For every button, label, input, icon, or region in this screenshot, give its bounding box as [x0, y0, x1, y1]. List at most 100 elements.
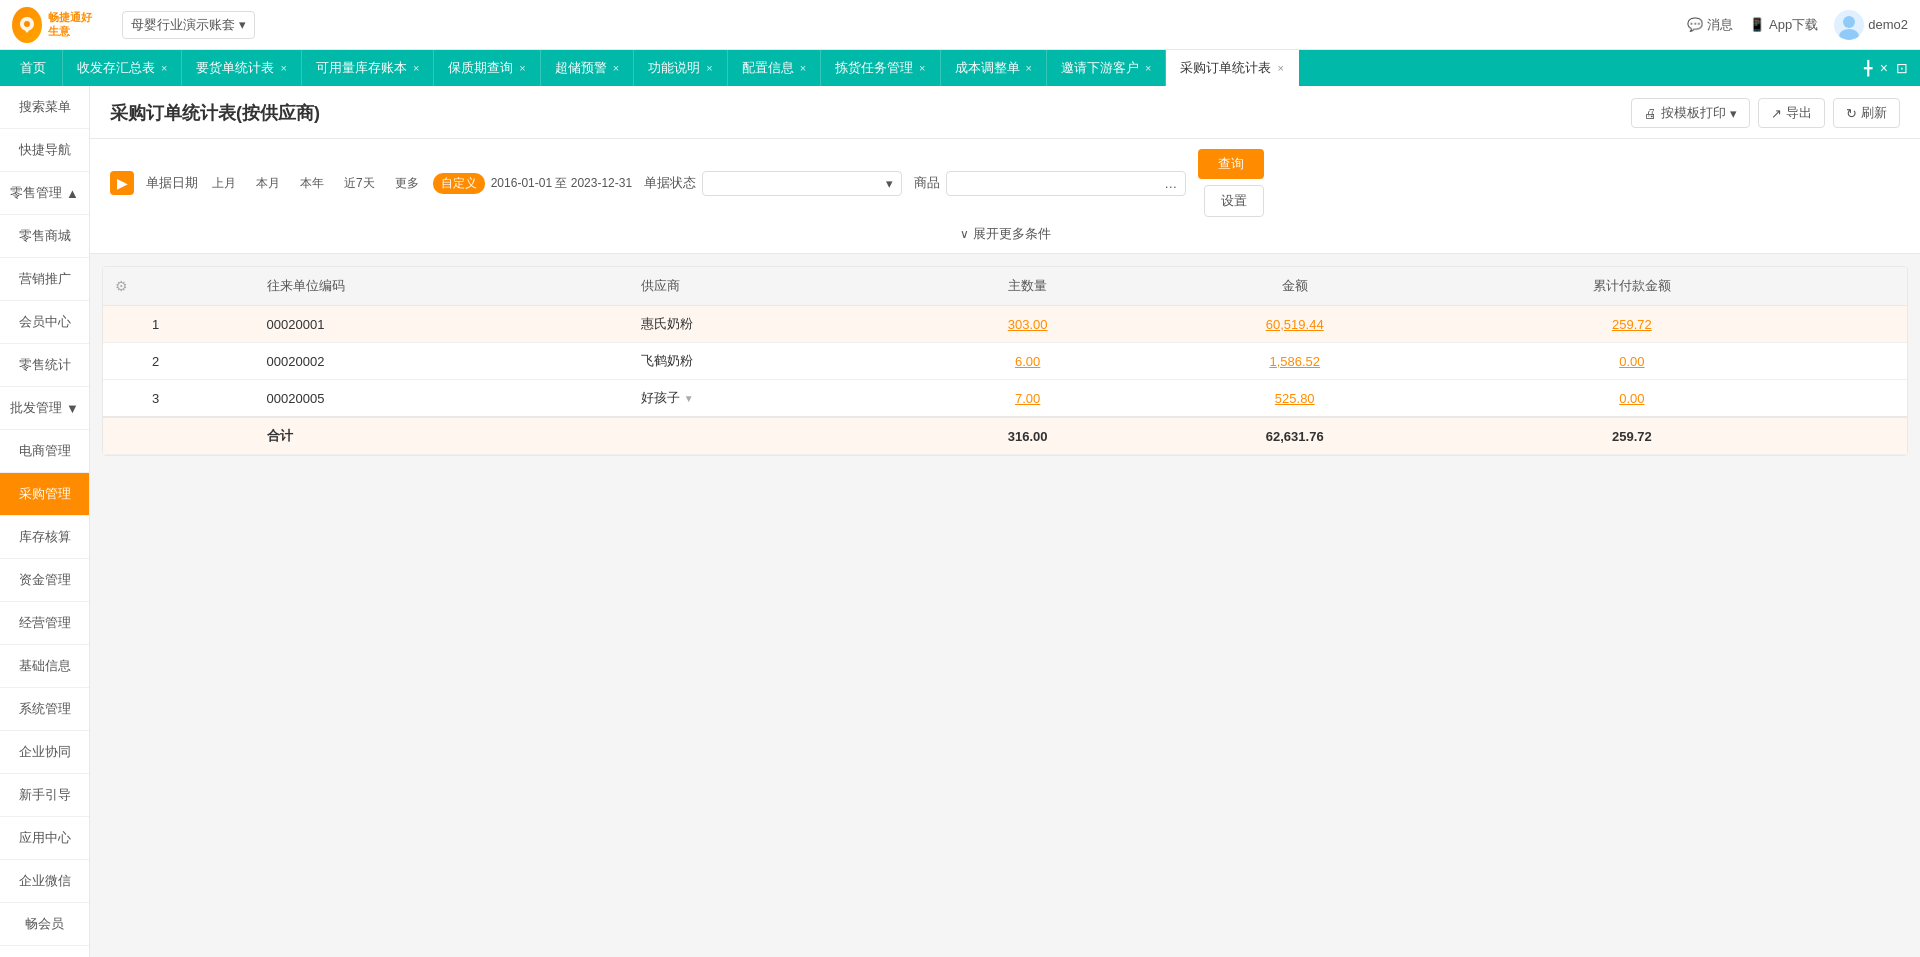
tab-expiry-query[interactable]: 保质期查询 ×	[434, 50, 540, 86]
row3-paid-amount[interactable]: 0.00	[1445, 380, 1819, 418]
tab-function-desc-close[interactable]: ×	[706, 62, 712, 74]
messages-btn[interactable]: 💬 消息	[1687, 16, 1733, 34]
sidebar-item-retail-shop[interactable]: 零售商城	[0, 215, 89, 258]
shortcut-this-year[interactable]: 本年	[292, 172, 332, 195]
tab-purchase-order-stats[interactable]: 采购订单统计表 ×	[1166, 50, 1298, 86]
tab-usable-stock[interactable]: 可用量库存账本 ×	[302, 50, 434, 86]
tab-home[interactable]: 首页	[4, 50, 63, 86]
tab-collect-pay-close[interactable]: ×	[161, 62, 167, 74]
tab-collect-pay[interactable]: 收发存汇总表 ×	[63, 50, 182, 86]
logo-icon	[12, 7, 42, 43]
tab-function-desc[interactable]: 功能说明 ×	[634, 50, 727, 86]
shortcut-7days[interactable]: 近7天	[336, 172, 383, 195]
row2-paid-amount[interactable]: 0.00	[1445, 343, 1819, 380]
tab-close-icon[interactable]: ×	[1880, 60, 1888, 76]
footer-amount: 62,631.76	[1145, 417, 1445, 455]
tab-minimize-icon[interactable]: ╋	[1864, 60, 1872, 76]
sidebar-item-basic-info[interactable]: 基础信息	[0, 645, 89, 688]
tab-cost-adjust[interactable]: 成本调整单 ×	[941, 50, 1047, 86]
tab-pick-task[interactable]: 拣货任务管理 ×	[821, 50, 940, 86]
date-label: 单据日期	[146, 174, 198, 192]
sidebar-item-purchase-mgmt[interactable]: 采购管理	[0, 473, 89, 516]
footer-index	[140, 417, 255, 455]
sidebar-item-ops-mgmt[interactable]: 经营管理	[0, 602, 89, 645]
dropdown-icon: ▾	[1730, 106, 1737, 121]
row1-paid-amount[interactable]: 259.72	[1445, 306, 1819, 343]
sidebar-item-new-guide[interactable]: 新手引导	[0, 774, 89, 817]
user-avatar[interactable]: demo2	[1834, 10, 1908, 40]
tab-purchase-stats[interactable]: 要货单统计表 ×	[182, 50, 301, 86]
tab-config-info[interactable]: 配置信息 ×	[728, 50, 821, 86]
shortcut-this-month[interactable]: 本月	[248, 172, 288, 195]
row3-main-qty[interactable]: 7.00	[911, 380, 1145, 418]
tab-function-desc-label: 功能说明	[648, 59, 700, 77]
tab-usable-stock-close[interactable]: ×	[413, 62, 419, 74]
page-actions: 🖨 按模板打印 ▾ ↗ 导出 ↻ 刷新	[1631, 98, 1900, 128]
col-extra	[1819, 267, 1907, 306]
shortcut-last-month[interactable]: 上月	[204, 172, 244, 195]
sidebar-item-retail-stats[interactable]: 零售统计	[0, 344, 89, 387]
app-download-btn[interactable]: 📱 App下载	[1749, 16, 1818, 34]
export-btn[interactable]: ↗ 导出	[1758, 98, 1825, 128]
sidebar-item-retail-mgmt[interactable]: 零售管理 ▲	[0, 172, 89, 215]
row1-amount[interactable]: 60,519.44	[1145, 306, 1445, 343]
tab-overstock-label: 超储预警	[555, 59, 607, 77]
tab-home-label: 首页	[20, 59, 46, 77]
sidebar-item-enterprise-collab[interactable]: 企业协同	[0, 731, 89, 774]
row1-extra	[1819, 306, 1907, 343]
date-custom-badge[interactable]: 自定义	[433, 173, 485, 194]
top-right-actions: 💬 消息 📱 App下载 demo2	[1687, 10, 1908, 40]
status-select[interactable]: ▾	[702, 171, 902, 196]
template-print-label: 按模板打印	[1661, 104, 1726, 122]
sidebar-item-marketing[interactable]: 营销推广	[0, 258, 89, 301]
tab-overstock[interactable]: 超储预警 ×	[541, 50, 634, 86]
sidebar-item-ecommerce[interactable]: 电商管理	[0, 430, 89, 473]
sidebar-item-member[interactable]: 畅会员	[0, 903, 89, 946]
goods-input[interactable]: …	[946, 171, 1186, 196]
row3-index: 3	[140, 380, 255, 418]
goods-label: 商品	[914, 174, 940, 192]
row2-amount[interactable]: 1,586.52	[1145, 343, 1445, 380]
tab-invite-downstream-close[interactable]: ×	[1145, 62, 1151, 74]
expand-icon: ∨	[960, 227, 969, 241]
sidebar-item-app-center[interactable]: 应用中心	[0, 817, 89, 860]
expand-filters-btn[interactable]: ∨ 展开更多条件	[960, 225, 1051, 243]
filter-row-2: ∨ 展开更多条件	[110, 225, 1900, 243]
tab-expand-icon[interactable]: ⊡	[1896, 60, 1908, 76]
row2-main-qty[interactable]: 6.00	[911, 343, 1145, 380]
row1-index: 1	[140, 306, 255, 343]
refresh-btn[interactable]: ↻ 刷新	[1833, 98, 1900, 128]
tab-overstock-close[interactable]: ×	[613, 62, 619, 74]
sidebar-item-search[interactable]: 搜索菜单	[0, 86, 89, 129]
tab-purchase-stats-close[interactable]: ×	[280, 62, 286, 74]
tab-pick-task-close[interactable]: ×	[919, 62, 925, 74]
page-title: 采购订单统计表(按供应商)	[110, 101, 320, 125]
tab-expiry-query-label: 保质期查询	[448, 59, 513, 77]
search-btn[interactable]: 查询	[1198, 149, 1264, 179]
row1-main-qty[interactable]: 303.00	[911, 306, 1145, 343]
sidebar-item-wholesale-mgmt[interactable]: 批发管理 ▼	[0, 387, 89, 430]
tab-expiry-query-close[interactable]: ×	[519, 62, 525, 74]
sidebar-item-sys-mgmt[interactable]: 系统管理	[0, 688, 89, 731]
sidebar-item-member-center[interactable]: 会员中心	[0, 301, 89, 344]
tab-config-info-close[interactable]: ×	[800, 62, 806, 74]
template-print-btn[interactable]: 🖨 按模板打印 ▾	[1631, 98, 1750, 128]
sidebar-item-quick-nav[interactable]: 快捷导航	[0, 129, 89, 172]
toggle-filter-btn[interactable]: ▶	[110, 171, 134, 195]
sidebar-item-finance[interactable]: 资金管理	[0, 559, 89, 602]
tab-invite-downstream[interactable]: 邀请下游客户 ×	[1047, 50, 1166, 86]
row3-amount[interactable]: 525.80	[1145, 380, 1445, 418]
org-selector[interactable]: 母婴行业演示账套 ▾	[122, 11, 255, 39]
sidebar-item-enterprise-wechat[interactable]: 企业微信	[0, 860, 89, 903]
refresh-label: 刷新	[1861, 104, 1887, 122]
tab-purchase-order-stats-close[interactable]: ×	[1277, 62, 1283, 74]
status-filter-group: 单据状态 ▾	[644, 171, 902, 196]
data-table: ⚙ 往来单位编码 供应商 主数量 金额 累计付款金额 1	[103, 267, 1907, 455]
col-settings-icon[interactable]: ⚙	[115, 278, 128, 294]
top-bar: 畅捷通好生意 母婴行业演示账套 ▾ 💬 消息 📱 App下载 demo2	[0, 0, 1920, 50]
tab-cost-adjust-close[interactable]: ×	[1026, 62, 1032, 74]
shortcut-more[interactable]: 更多	[387, 172, 427, 195]
sidebar-item-inventory[interactable]: 库存核算	[0, 516, 89, 559]
tab-usable-stock-label: 可用量库存账本	[316, 59, 407, 77]
settings-btn[interactable]: 设置	[1204, 185, 1264, 217]
